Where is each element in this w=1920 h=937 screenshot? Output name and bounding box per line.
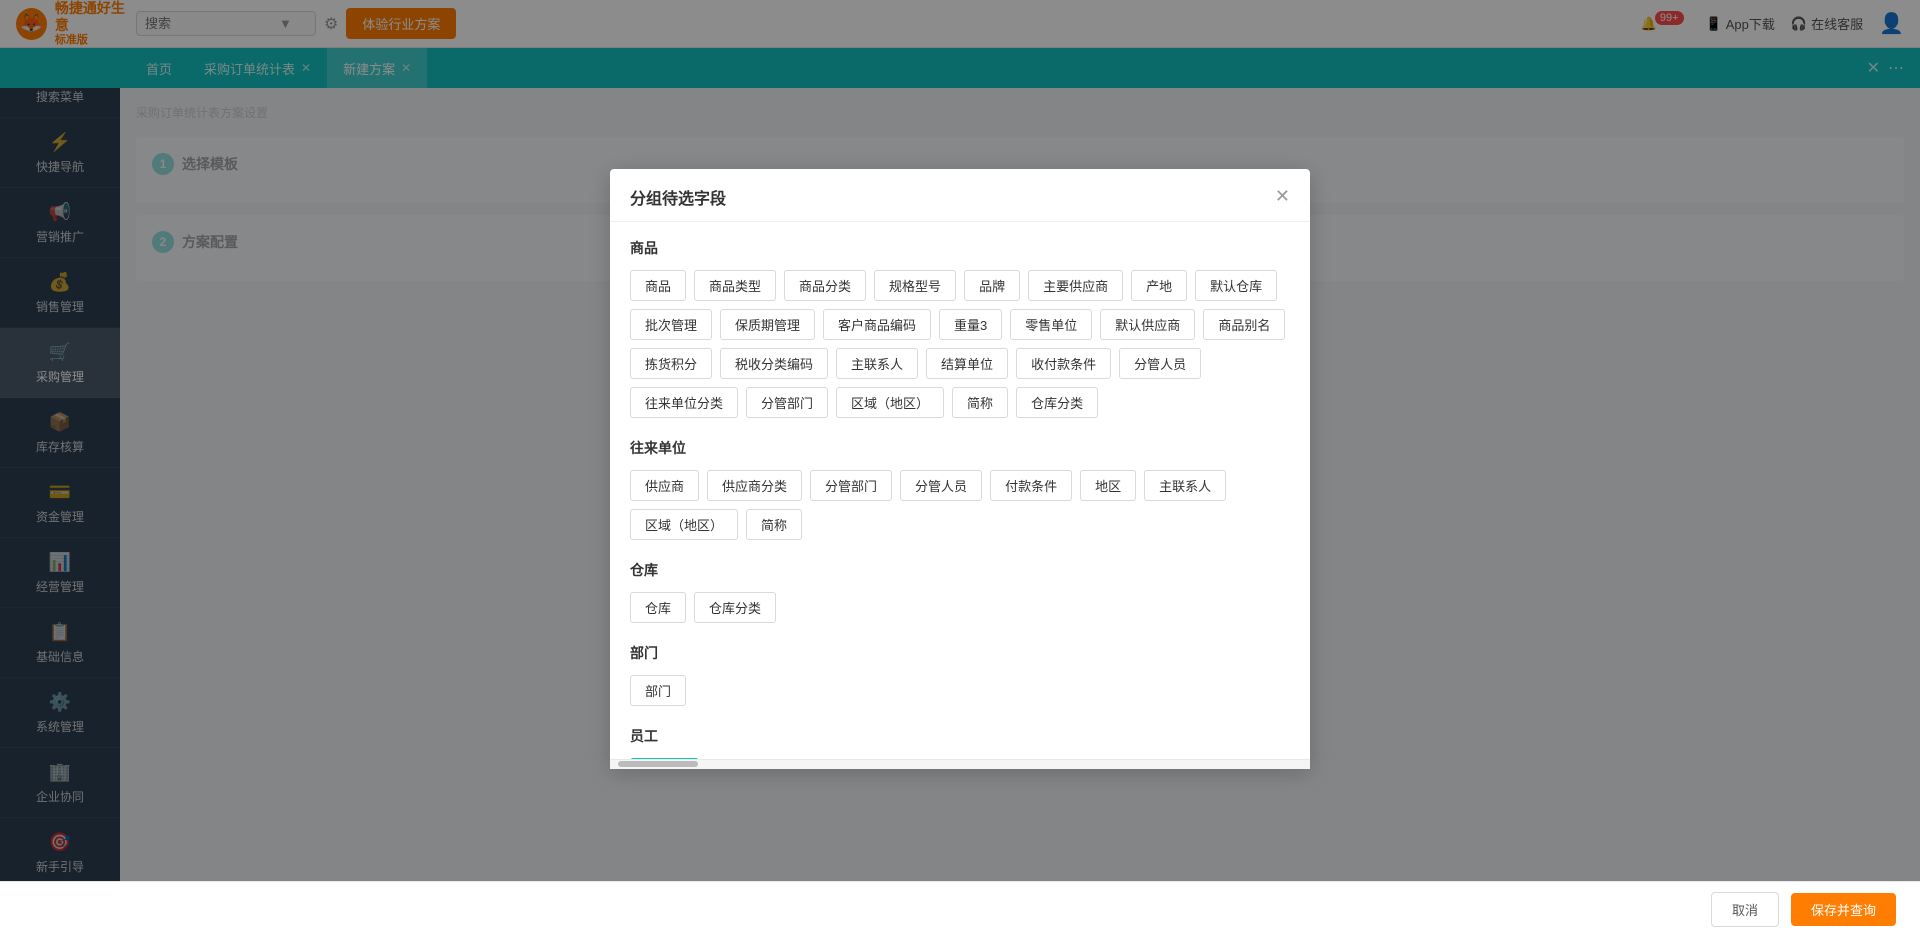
field-tag[interactable]: 主联系人 <box>1144 470 1226 501</box>
field-tags-department: 部门 <box>630 675 1290 706</box>
save-query-button[interactable]: 保存并查询 <box>1791 893 1896 926</box>
section-employee: 员工业务员 <box>630 726 1290 760</box>
field-tag[interactable]: 拣货积分 <box>630 348 712 379</box>
page-footer: 取消 保存并查询 <box>0 881 1920 937</box>
field-tags-goods: 商品商品类型商品分类规格型号品牌主要供应商产地默认仓库批次管理保质期管理客户商品… <box>630 270 1290 418</box>
field-tag[interactable]: 规格型号 <box>874 270 956 301</box>
field-tag[interactable]: 部门 <box>630 675 686 706</box>
section-partner: 往来单位供应商供应商分类分管部门分管人员付款条件地区主联系人区域（地区） 简称 <box>630 438 1290 540</box>
modal-dialog: 分组待选字段 ✕ 商品商品商品类型商品分类规格型号品牌主要供应商产地默认仓库批次… <box>610 169 1310 769</box>
field-tag[interactable]: 仓库分类 <box>694 592 776 623</box>
field-tag[interactable]: 分管人员 <box>900 470 982 501</box>
field-tag[interactable]: 税收分类编码 <box>720 348 828 379</box>
field-tag[interactable]: 分管人员 <box>1119 348 1201 379</box>
modal-title: 分组待选字段 <box>630 185 726 209</box>
section-department: 部门部门 <box>630 643 1290 706</box>
field-tag[interactable]: 往来单位分类 <box>630 387 738 418</box>
field-tag[interactable]: 分管部门 <box>810 470 892 501</box>
section-title-goods: 商品 <box>630 238 1290 258</box>
field-tag[interactable]: 批次管理 <box>630 309 712 340</box>
field-tag[interactable]: 分管部门 <box>746 387 828 418</box>
field-tag[interactable]: 客户商品编码 <box>823 309 931 340</box>
field-tag[interactable]: 默认供应商 <box>1100 309 1195 340</box>
field-tags-partner: 供应商供应商分类分管部门分管人员付款条件地区主联系人区域（地区） 简称 <box>630 470 1290 540</box>
field-tag[interactable]: 区域（地区） <box>836 387 944 418</box>
field-tag[interactable]: 品牌 <box>964 270 1020 301</box>
modal-overlay: 分组待选字段 ✕ 商品商品商品类型商品分类规格型号品牌主要供应商产地默认仓库批次… <box>0 0 1920 937</box>
field-tag[interactable]: 商品 <box>630 270 686 301</box>
modal-body[interactable]: 商品商品商品类型商品分类规格型号品牌主要供应商产地默认仓库批次管理保质期管理客户… <box>610 222 1310 760</box>
cancel-button[interactable]: 取消 <box>1711 892 1779 927</box>
modal-close-button[interactable]: ✕ <box>1275 186 1290 207</box>
field-tag[interactable]: 供应商 <box>630 470 699 501</box>
field-tag[interactable]: 商品类型 <box>694 270 776 301</box>
field-tags-warehouse: 仓库仓库分类 <box>630 592 1290 623</box>
field-tag[interactable]: 商品别名 <box>1203 309 1285 340</box>
section-title-department: 部门 <box>630 643 1290 663</box>
field-tag[interactable]: 简称 <box>952 387 1008 418</box>
field-tag[interactable]: 区域（地区） <box>630 509 738 540</box>
field-tag[interactable]: 结算单位 <box>926 348 1008 379</box>
section-title-warehouse: 仓库 <box>630 560 1290 580</box>
section-warehouse: 仓库仓库仓库分类 <box>630 560 1290 623</box>
field-tag[interactable]: 重量3 <box>939 309 1002 340</box>
field-tag[interactable]: 仓库分类 <box>1016 387 1098 418</box>
field-tag[interactable]: 付款条件 <box>990 470 1072 501</box>
field-tag[interactable]: 保质期管理 <box>720 309 815 340</box>
field-tag[interactable]: 主要供应商 <box>1028 270 1123 301</box>
field-tag[interactable]: 简称 <box>746 509 802 540</box>
modal-header: 分组待选字段 ✕ <box>610 169 1310 222</box>
section-title-partner: 往来单位 <box>630 438 1290 458</box>
field-tag[interactable]: 主联系人 <box>836 348 918 379</box>
field-tag[interactable]: 收付款条件 <box>1016 348 1111 379</box>
field-tag[interactable]: 商品分类 <box>784 270 866 301</box>
field-tag[interactable]: 产地 <box>1131 270 1187 301</box>
field-tag[interactable]: 地区 <box>1080 470 1136 501</box>
field-tag[interactable]: 零售单位 <box>1010 309 1092 340</box>
field-tag[interactable]: 默认仓库 <box>1195 270 1277 301</box>
section-title-employee: 员工 <box>630 726 1290 746</box>
modal-horizontal-scrollbar[interactable] <box>610 759 1310 769</box>
section-goods: 商品商品商品类型商品分类规格型号品牌主要供应商产地默认仓库批次管理保质期管理客户… <box>630 238 1290 418</box>
field-tag[interactable]: 仓库 <box>630 592 686 623</box>
field-tag[interactable]: 供应商分类 <box>707 470 802 501</box>
